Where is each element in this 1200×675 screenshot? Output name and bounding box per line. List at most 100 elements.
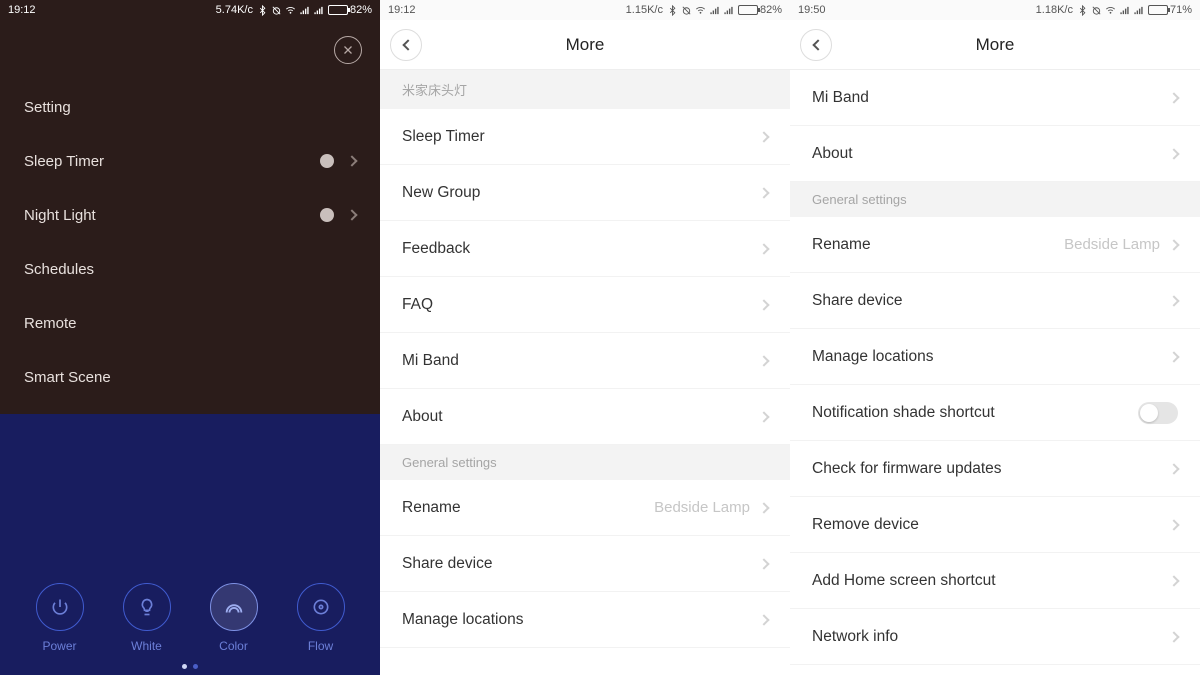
status-time: 19:12 <box>388 4 416 16</box>
dock-power[interactable]: Power <box>36 583 84 653</box>
dock-label: Flow <box>308 639 333 653</box>
row-share-device[interactable]: Share device <box>790 273 1200 329</box>
row-label: Manage locations <box>812 348 934 366</box>
chevron-right-icon <box>1168 519 1179 530</box>
chevron-right-icon <box>1168 295 1179 306</box>
row-label: Remove device <box>812 516 919 534</box>
status-net-speed: 1.15K/c <box>626 4 663 16</box>
chevron-right-icon <box>758 187 769 198</box>
menu-sleep-timer[interactable]: Sleep Timer <box>0 134 380 188</box>
dock-flow[interactable]: Flow <box>297 583 345 653</box>
settings-list: Mi Band About General settings RenameBed… <box>790 70 1200 675</box>
row-label: Sleep Timer <box>402 128 485 146</box>
dock-label: White <box>131 639 162 653</box>
page-indicator <box>0 664 380 669</box>
menu-label: Smart Scene <box>24 369 111 386</box>
chevron-right-icon <box>758 411 769 422</box>
page-title: More <box>566 35 605 55</box>
close-button[interactable] <box>334 36 362 64</box>
bluetooth-icon <box>667 5 678 16</box>
chevron-right-icon <box>758 131 769 142</box>
chevron-right-icon <box>346 209 357 220</box>
wifi-icon <box>695 5 706 16</box>
row-mi-band[interactable]: Mi Band <box>380 333 790 389</box>
battery-indicator: 82% <box>738 4 782 16</box>
dock-white[interactable]: White <box>123 583 171 653</box>
back-button[interactable] <box>800 29 832 61</box>
row-network-info[interactable]: Network info <box>790 609 1200 665</box>
row-remove-device[interactable]: Remove device <box>790 497 1200 553</box>
chevron-right-icon <box>1168 351 1179 362</box>
row-faq[interactable]: FAQ <box>380 277 790 333</box>
row-label: Network info <box>812 628 898 646</box>
status-bar: 19:50 1.18K/c 71% <box>790 0 1200 20</box>
row-sleep-timer[interactable]: Sleep Timer <box>380 109 790 165</box>
status-bar: 19:12 1.15K/c 82% <box>380 0 790 20</box>
bluetooth-icon <box>1077 5 1088 16</box>
row-home-shortcut[interactable]: Add Home screen shortcut <box>790 553 1200 609</box>
menu-label: Setting <box>24 99 71 116</box>
row-about[interactable]: About <box>380 389 790 445</box>
disc-icon <box>311 597 331 617</box>
menu-night-light[interactable]: Night Light <box>0 188 380 242</box>
battery-indicator: 71% <box>1148 4 1192 16</box>
chevron-right-icon <box>758 502 769 513</box>
menu-remote[interactable]: Remote <box>0 296 380 350</box>
chevron-left-icon <box>812 39 823 50</box>
row-label: Mi Band <box>402 352 459 370</box>
row-label: About <box>402 408 443 426</box>
rainbow-icon <box>223 596 245 618</box>
close-icon <box>342 44 354 56</box>
menu-label: Schedules <box>24 261 94 278</box>
menu-schedules[interactable]: Schedules <box>0 242 380 296</box>
row-label: Share device <box>812 292 902 310</box>
toggle-indicator[interactable] <box>320 208 334 222</box>
row-share-device[interactable]: Share device <box>380 536 790 592</box>
row-firmware-updates[interactable]: Check for firmware updates <box>790 441 1200 497</box>
chevron-right-icon <box>758 355 769 366</box>
toggle-indicator[interactable] <box>320 154 334 168</box>
wifi-icon <box>1105 5 1116 16</box>
row-label: Share device <box>402 555 492 573</box>
row-manage-locations[interactable]: Manage locations <box>790 329 1200 385</box>
row-value: Bedside Lamp <box>654 499 750 516</box>
row-about[interactable]: About <box>790 126 1200 182</box>
chevron-right-icon <box>1168 575 1179 586</box>
status-icons <box>667 5 734 16</box>
chevron-right-icon <box>1168 148 1179 159</box>
signal-icon <box>709 5 720 16</box>
chevron-right-icon <box>758 299 769 310</box>
row-label: New Group <box>402 184 480 202</box>
row-new-group[interactable]: New Group <box>380 165 790 221</box>
bluetooth-icon <box>257 5 268 16</box>
alarm-off-icon <box>681 5 692 16</box>
menu-label: Sleep Timer <box>24 153 104 170</box>
alarm-off-icon <box>271 5 282 16</box>
menu-setting[interactable]: Setting <box>0 80 380 134</box>
alarm-off-icon <box>1091 5 1102 16</box>
row-feedback[interactable]: Feedback <box>380 221 790 277</box>
chevron-right-icon <box>346 155 357 166</box>
row-manage-locations[interactable]: Manage locations <box>380 592 790 648</box>
navbar: More <box>380 20 790 70</box>
row-notification-shortcut[interactable]: Notification shade shortcut <box>790 385 1200 441</box>
chevron-right-icon <box>1168 463 1179 474</box>
menu-label: Night Light <box>24 207 96 224</box>
status-time: 19:12 <box>8 4 36 16</box>
chevron-left-icon <box>402 39 413 50</box>
dock-color[interactable]: Color <box>210 583 258 653</box>
row-rename[interactable]: RenameBedside Lamp <box>380 480 790 536</box>
row-mi-band[interactable]: Mi Band <box>790 70 1200 126</box>
chevron-right-icon <box>758 243 769 254</box>
chevron-right-icon <box>758 614 769 625</box>
row-rename[interactable]: RenameBedside Lamp <box>790 217 1200 273</box>
status-net-speed: 1.18K/c <box>1036 4 1073 16</box>
menu-smart-scene[interactable]: Smart Scene <box>0 350 380 404</box>
menu-label: Remote <box>24 315 77 332</box>
chevron-right-icon <box>1168 92 1179 103</box>
wifi-icon <box>285 5 296 16</box>
mode-dock: Power White Color Flow <box>0 583 380 653</box>
back-button[interactable] <box>390 29 422 61</box>
toggle-switch[interactable] <box>1138 402 1178 424</box>
status-icons <box>1077 5 1144 16</box>
